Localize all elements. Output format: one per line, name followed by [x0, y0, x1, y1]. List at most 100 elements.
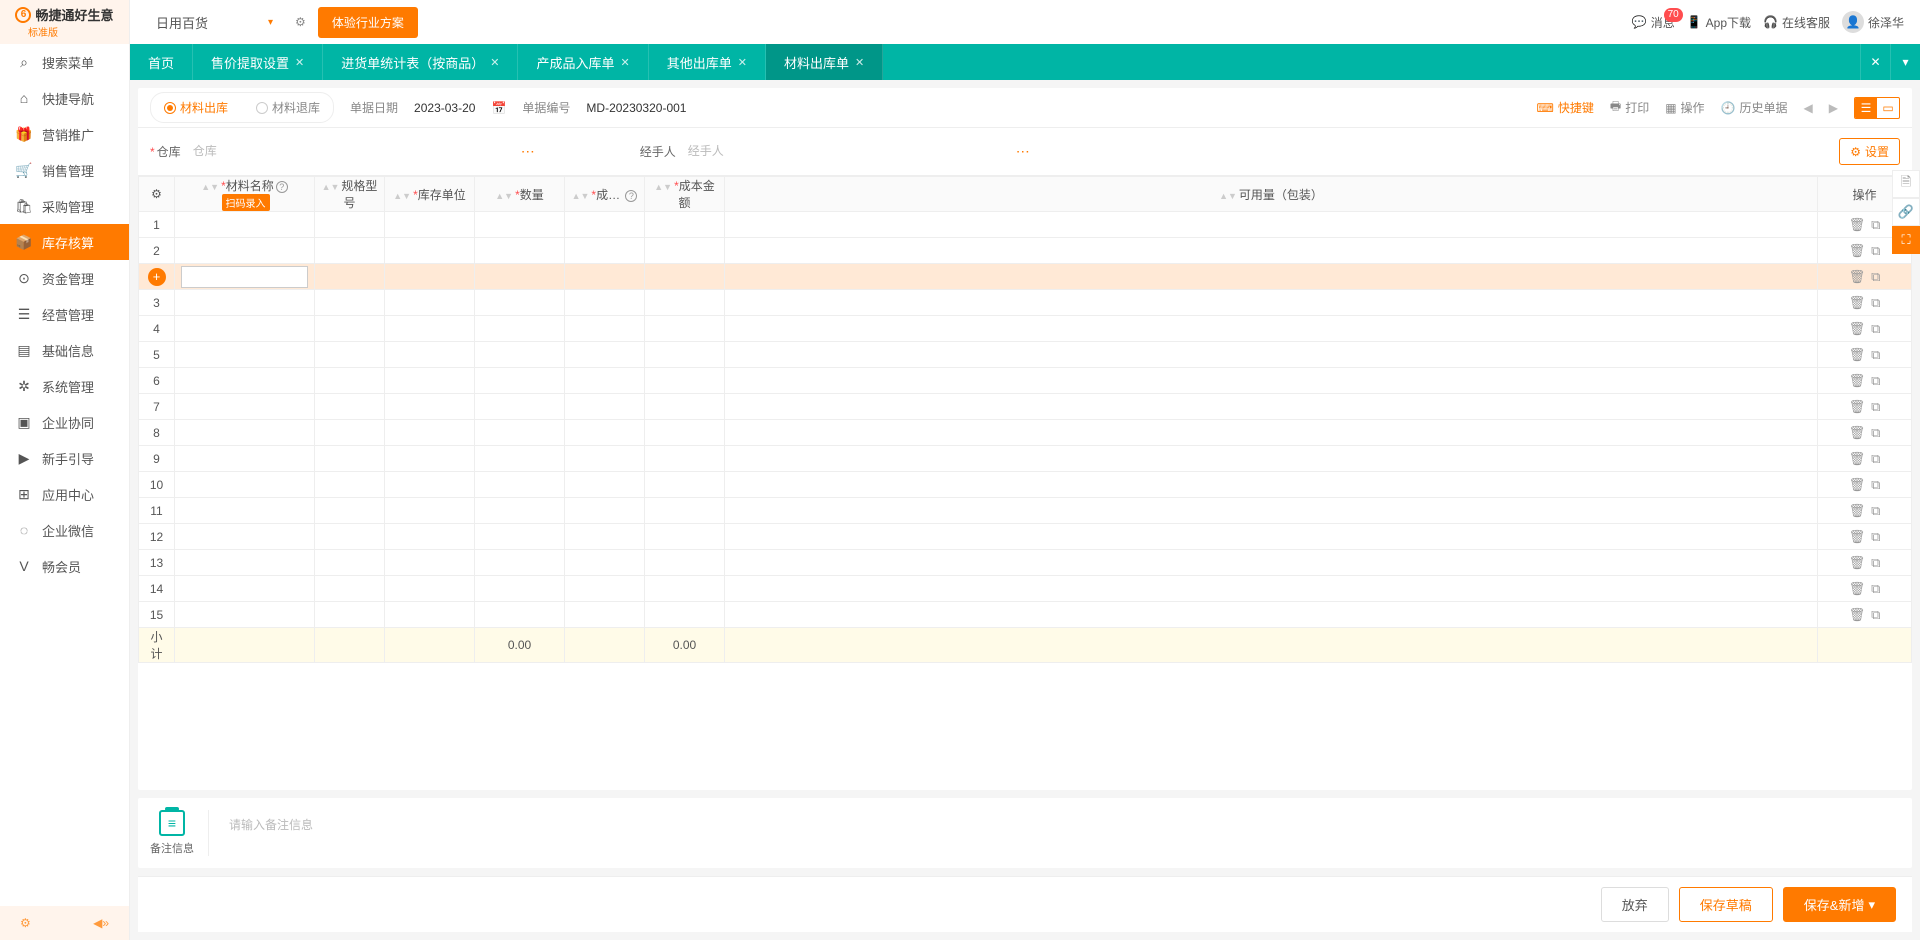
th-available[interactable]: ▲▼可用量（包装） [725, 177, 1818, 212]
table-row[interactable]: 12🗑⧉ [139, 524, 1912, 550]
handler-picker-icon[interactable]: ⋯ [1016, 143, 1031, 160]
user-menu[interactable]: 👤 徐泽华 [1842, 11, 1904, 33]
warehouse-picker-icon[interactable]: ⋯ [521, 143, 536, 160]
discard-button[interactable]: 放弃 [1601, 887, 1669, 922]
row-delete-icon[interactable]: 🗑 [1849, 451, 1866, 466]
sidebar-item[interactable]: ▤基础信息 [0, 332, 129, 368]
shortcut-button[interactable]: ⌨快捷键 [1537, 99, 1594, 116]
row-delete-icon[interactable]: 🗑 [1849, 269, 1866, 284]
sidebar-item[interactable]: ⌂快捷导航 [0, 80, 129, 116]
table-row[interactable]: 4🗑⧉ [139, 316, 1912, 342]
th-unit[interactable]: ▲▼*库存单位 [385, 177, 475, 212]
tab-more[interactable]: ▾ [1890, 44, 1920, 80]
row-delete-icon[interactable]: 🗑 [1849, 399, 1866, 414]
sidebar-item[interactable]: V畅会员 [0, 548, 129, 584]
shop-selector[interactable]: 日用百货 ▾ [146, 9, 283, 36]
row-copy-icon[interactable]: ⧉ [1871, 243, 1880, 258]
rail-expand-icon[interactable]: ⛶ [1892, 226, 1920, 254]
sidebar-item[interactable]: 🛒销售管理 [0, 152, 129, 188]
radio-material-return[interactable]: 材料退库 [246, 96, 330, 119]
row-copy-icon[interactable]: ⧉ [1871, 529, 1880, 544]
table-row[interactable]: + 🗑 ⧉ [139, 264, 1912, 290]
row-copy-icon[interactable]: ⧉ [1871, 607, 1880, 622]
table-row[interactable]: 2🗑⧉ [139, 238, 1912, 264]
sidebar-item[interactable]: ◌企业微信 [0, 512, 129, 548]
row-copy-icon[interactable]: ⧉ [1871, 399, 1880, 414]
calendar-icon[interactable]: 📅 [491, 101, 506, 115]
row-copy-icon[interactable]: ⧉ [1871, 581, 1880, 596]
th-cost[interactable]: ▲▼*成… ? [565, 177, 645, 212]
row-delete-icon[interactable]: 🗑 [1849, 607, 1866, 622]
sidebar-item[interactable]: ▶新手引导 [0, 440, 129, 476]
table-row[interactable]: 13🗑⧉ [139, 550, 1912, 576]
online-service-link[interactable]: 🎧 在线客服 [1763, 14, 1830, 31]
row-copy-icon[interactable]: ⧉ [1871, 217, 1880, 232]
tab-close-icon[interactable]: ✕ [738, 56, 747, 69]
th-material[interactable]: ▲▼*材料名称? 扫码录入 [175, 177, 315, 212]
table-row[interactable]: 1🗑⧉ [139, 212, 1912, 238]
radio-material-out[interactable]: 材料出库 [154, 96, 238, 119]
warehouse-input[interactable] [191, 140, 511, 163]
table-row[interactable]: 6🗑⧉ [139, 368, 1912, 394]
save-draft-button[interactable]: 保存草稿 [1679, 887, 1773, 922]
row-delete-icon[interactable]: 🗑 [1849, 581, 1866, 596]
table-row[interactable]: 7🗑⧉ [139, 394, 1912, 420]
scan-tag[interactable]: 扫码录入 [222, 194, 270, 211]
bill-date-value[interactable]: 2023-03-20 [414, 101, 475, 115]
prev-doc-icon[interactable]: ◀ [1804, 101, 1813, 115]
add-row-icon[interactable]: + [148, 268, 166, 286]
tab[interactable]: 产成品入库单✕ [518, 44, 648, 80]
tab-close-all[interactable]: ✕ [1860, 44, 1890, 80]
help-icon[interactable]: ? [625, 190, 637, 202]
row-delete-icon[interactable]: 🗑 [1849, 347, 1866, 362]
view-card-icon[interactable]: ▭ [1877, 98, 1899, 118]
th-spec[interactable]: ▲▼规格型号 [315, 177, 385, 212]
sidebar-item[interactable]: ⊞应用中心 [0, 476, 129, 512]
table-row[interactable]: 9🗑⧉ [139, 446, 1912, 472]
row-copy-icon[interactable]: ⧉ [1871, 373, 1880, 388]
row-copy-icon[interactable]: ⧉ [1871, 269, 1880, 284]
tab[interactable]: 售价提取设置✕ [193, 44, 323, 80]
messages-link[interactable]: 💬 消息 70 [1632, 14, 1675, 31]
print-button[interactable]: 🖶打印 [1610, 97, 1649, 118]
sidebar-item[interactable]: ▣企业协同 [0, 404, 129, 440]
table-row[interactable]: 11🗑⧉ [139, 498, 1912, 524]
tab-close-icon[interactable]: ✕ [855, 56, 864, 69]
rail-note-icon[interactable]: 🗎 [1892, 170, 1920, 198]
tab-close-icon[interactable]: ✕ [621, 56, 630, 69]
table-row[interactable]: 5🗑⧉ [139, 342, 1912, 368]
handler-input[interactable] [686, 140, 1006, 163]
row-delete-icon[interactable]: 🗑 [1849, 425, 1866, 440]
sidebar-item[interactable]: ☰经营管理 [0, 296, 129, 332]
save-new-button[interactable]: 保存&新增▾ [1783, 887, 1896, 922]
th-cost-amount[interactable]: ▲▼*成本金额 [645, 177, 725, 212]
row-delete-icon[interactable]: 🗑 [1849, 321, 1866, 336]
row-copy-icon[interactable]: ⧉ [1871, 425, 1880, 440]
rail-link-icon[interactable]: 🔗 [1892, 198, 1920, 226]
tab-close-icon[interactable]: ✕ [295, 56, 304, 69]
sidebar-item[interactable]: ⌕搜索菜单 [0, 44, 129, 80]
table-row[interactable]: 15🗑⧉ [139, 602, 1912, 628]
row-delete-icon[interactable]: 🗑 [1849, 529, 1866, 544]
row-copy-icon[interactable]: ⧉ [1871, 451, 1880, 466]
row-delete-icon[interactable]: 🗑 [1849, 477, 1866, 492]
row-delete-icon[interactable]: 🗑 [1849, 373, 1866, 388]
operate-button[interactable]: ▦操作 [1665, 99, 1704, 116]
tab[interactable]: 首页 [130, 44, 193, 80]
row-delete-icon[interactable]: 🗑 [1849, 503, 1866, 518]
row-copy-icon[interactable]: ⧉ [1871, 503, 1880, 518]
row-copy-icon[interactable]: ⧉ [1871, 321, 1880, 336]
history-button[interactable]: 🕘历史单据 [1721, 99, 1788, 116]
sidebar-item[interactable]: 🎁营销推广 [0, 116, 129, 152]
help-icon[interactable]: ? [276, 181, 288, 193]
table-row[interactable]: 3🗑⧉ [139, 290, 1912, 316]
sidebar-item[interactable]: 📦库存核算 [0, 224, 129, 260]
table-row[interactable]: 10🗑⧉ [139, 472, 1912, 498]
row-copy-icon[interactable]: ⧉ [1871, 295, 1880, 310]
tab-close-icon[interactable]: ✕ [490, 56, 499, 69]
table-row[interactable]: 14🗑⧉ [139, 576, 1912, 602]
material-input[interactable] [181, 266, 308, 288]
table-row[interactable]: 8🗑⧉ [139, 420, 1912, 446]
tab[interactable]: 其他出库单✕ [649, 44, 766, 80]
settings-button[interactable]: ⚙设置 [1839, 138, 1900, 165]
